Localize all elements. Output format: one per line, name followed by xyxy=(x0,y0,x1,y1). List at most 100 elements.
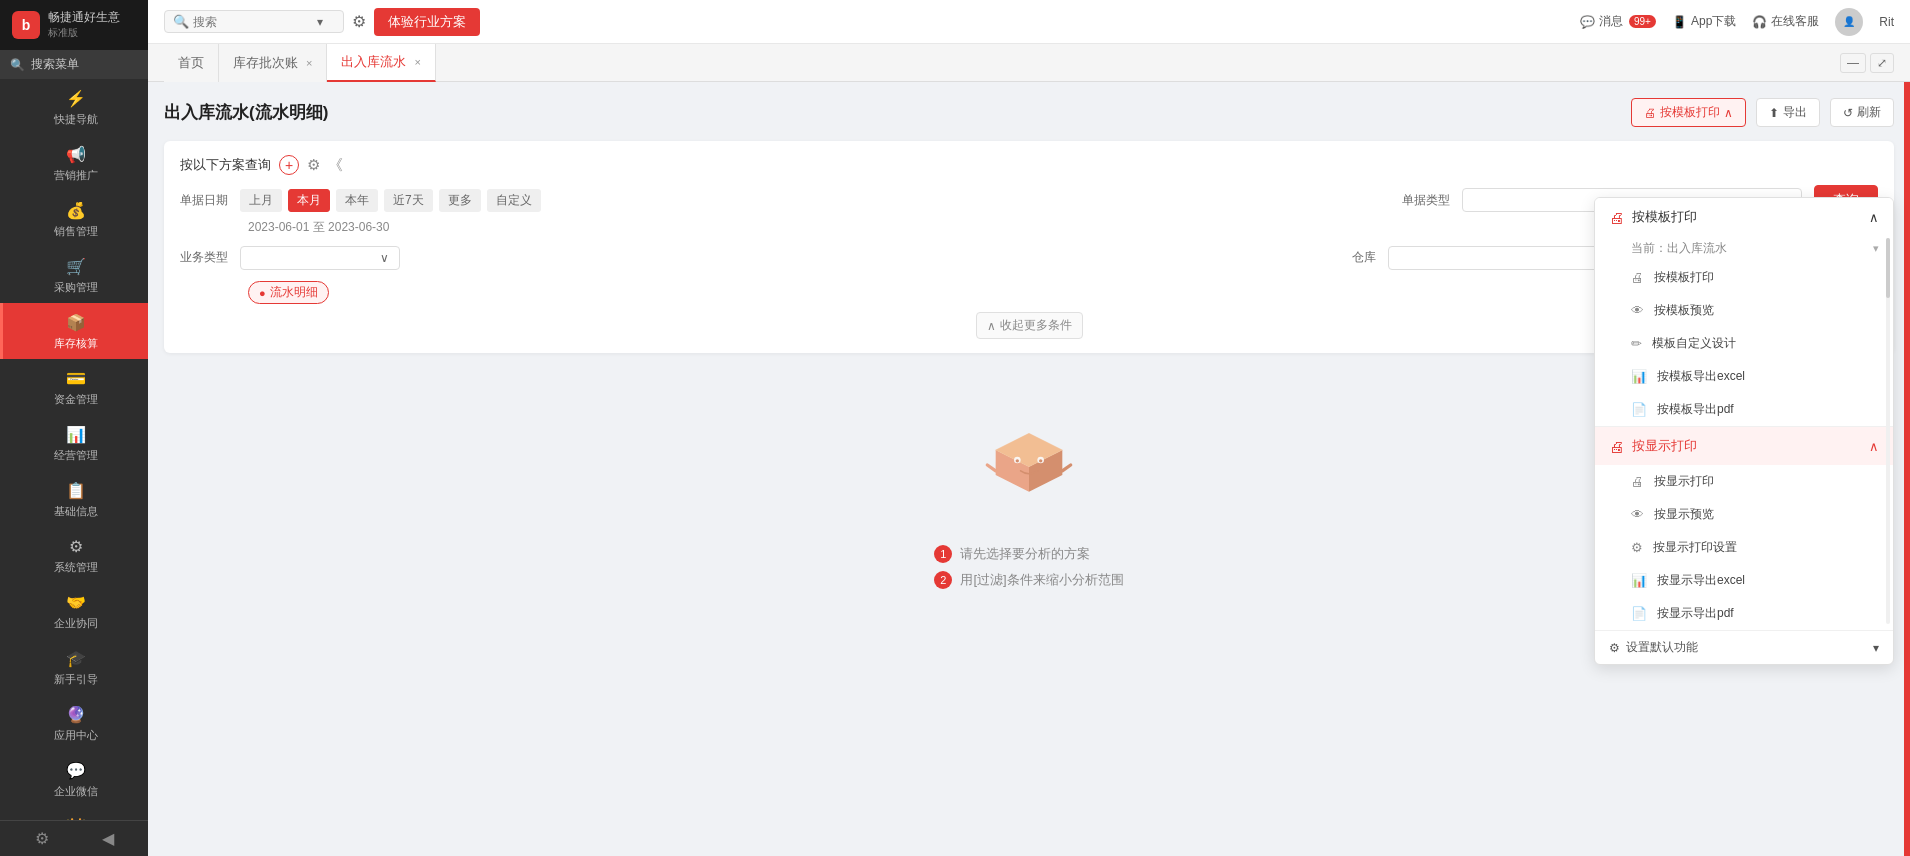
tab-home[interactable]: 首页 xyxy=(164,44,219,82)
display-excel-icon: 📊 xyxy=(1631,573,1647,588)
sidebar-nav: ⚡ 快捷导航 📢 营销推广 💰 销售管理 🛒 采购管理 📦 库存核算 💳 资金管… xyxy=(0,79,148,820)
biz-select-arrow: ∨ xyxy=(380,251,389,265)
svg-line-9 xyxy=(1062,465,1070,471)
date-btn-more[interactable]: 更多 xyxy=(439,189,481,212)
step-2-text: 用[过滤]条件来缩小分析范围 xyxy=(960,571,1123,589)
sidebar-item-purchase[interactable]: 🛒 采购管理 xyxy=(0,247,148,303)
collapse-btn[interactable]: ∧ 收起更多条件 xyxy=(976,312,1083,339)
filter-settings-icon[interactable]: ⚙ xyxy=(307,156,320,174)
guide-icon: 🎓 xyxy=(66,649,86,668)
display-excel-label: 按显示导出excel xyxy=(1657,572,1745,589)
sidebar-item-member[interactable]: 👑 畅会员 xyxy=(0,807,148,820)
message-label: 消息 xyxy=(1599,13,1623,30)
sidebar-item-inventory[interactable]: 📦 库存核算 xyxy=(0,303,148,359)
filter-collapse-icon[interactable]: 《 xyxy=(328,156,343,175)
username-label[interactable]: Rit xyxy=(1879,15,1894,29)
display-print-section-header[interactable]: 🖨 按显示打印 ∧ xyxy=(1595,427,1893,465)
sidebar-item-sales[interactable]: 💰 销售管理 xyxy=(0,191,148,247)
settings-default-icon: ⚙ xyxy=(1609,641,1620,655)
collapse-sidebar-icon[interactable]: ◀ xyxy=(102,829,114,848)
dropdown-item-display-settings[interactable]: ⚙ 按显示打印设置 xyxy=(1595,531,1893,564)
tab-maximize-btn[interactable]: ⤢ xyxy=(1870,53,1894,73)
dropdown-footer[interactable]: ⚙ 设置默认功能 ▾ xyxy=(1595,631,1893,664)
print-item-icon: 🖨 xyxy=(1631,270,1644,285)
online-service-btn[interactable]: 🎧 在线客服 xyxy=(1752,13,1819,30)
sidebar-item-label: 基础信息 xyxy=(54,504,98,519)
sidebar-item-label: 经营管理 xyxy=(54,448,98,463)
purchase-icon: 🛒 xyxy=(66,257,86,276)
biz-select[interactable]: ∨ xyxy=(240,246,400,270)
sidebar-item-appstore[interactable]: 🔮 应用中心 xyxy=(0,695,148,751)
sidebar-item-label: 新手引导 xyxy=(54,672,98,687)
sidebar-item-label: 营销推广 xyxy=(54,168,98,183)
topbar-gear-icon[interactable]: ⚙ xyxy=(352,12,366,31)
sidebar-item-guide[interactable]: 🎓 新手引导 xyxy=(0,639,148,695)
topbar-search-box[interactable]: 🔍 ▾ xyxy=(164,10,344,33)
pdf-item-icon: 📄 xyxy=(1631,402,1647,417)
refresh-btn[interactable]: ↺ 刷新 xyxy=(1830,98,1894,127)
filter-title-text: 按以下方案查询 xyxy=(180,156,271,174)
sidebar-item-system[interactable]: ⚙ 系统管理 xyxy=(0,527,148,583)
tab-minimize-btn[interactable]: — xyxy=(1840,53,1866,73)
dropdown-item-template-preview[interactable]: 👁 按模板预览 xyxy=(1595,294,1893,327)
dropdown-item-template-custom[interactable]: ✏ 模板自定义设计 xyxy=(1595,327,1893,360)
tab-flow-close[interactable]: × xyxy=(414,56,420,68)
print-dropdown-panel: 🖨 按模板打印 ∧ 当前：出入库流水 ▾ 🖨 按模板打印 👁 按模板预览 ✏ xyxy=(1594,197,1894,665)
svg-line-8 xyxy=(987,465,995,471)
topbar-search-input[interactable] xyxy=(193,15,313,29)
dropdown-item-display-pdf[interactable]: 📄 按显示导出pdf xyxy=(1595,597,1893,630)
app-download-btn[interactable]: 📱 App下载 xyxy=(1672,13,1736,30)
dropdown-item-display-preview[interactable]: 👁 按显示预览 xyxy=(1595,498,1893,531)
sidebar-item-marketing[interactable]: 📢 营销推广 xyxy=(0,135,148,191)
current-arrow: ▾ xyxy=(1873,242,1879,255)
dropdown-item-template-print[interactable]: 🖨 按模板打印 xyxy=(1595,261,1893,294)
sidebar-item-shortcut[interactable]: ⚡ 快捷导航 xyxy=(0,79,148,135)
sidebar-item-cooperation[interactable]: 🤝 企业协同 xyxy=(0,583,148,639)
svg-point-6 xyxy=(1016,459,1019,462)
industry-btn[interactable]: 体验行业方案 xyxy=(374,8,480,36)
topbar-left: 🔍 ▾ ⚙ 体验行业方案 xyxy=(164,8,1568,36)
tab-batch-close[interactable]: × xyxy=(306,57,312,69)
page-header: 出入库流水(流水明细) 🖨 按模板打印 ∧ ⬆ 导出 ↺ 刷新 xyxy=(164,98,1894,127)
dropdown-item-template-excel[interactable]: 📊 按模板导出excel xyxy=(1595,360,1893,393)
print-template-btn[interactable]: 🖨 按模板打印 ∧ xyxy=(1631,98,1746,127)
dropdown-item-template-pdf[interactable]: 📄 按模板导出pdf xyxy=(1595,393,1893,426)
avatar[interactable]: 👤 xyxy=(1835,8,1863,36)
cooperation-icon: 🤝 xyxy=(66,593,86,612)
right-edge-accent xyxy=(1904,82,1910,856)
template-section-title: 🖨 按模板打印 xyxy=(1609,208,1697,226)
date-btn-this-month[interactable]: 本月 xyxy=(288,189,330,212)
settings-icon[interactable]: ⚙ xyxy=(35,829,49,848)
step-1-text: 请先选择要分析的方案 xyxy=(960,545,1090,563)
excel-item-icon: 📊 xyxy=(1631,369,1647,384)
sidebar-item-operation[interactable]: 📊 经营管理 xyxy=(0,415,148,471)
date-btn-custom[interactable]: 自定义 xyxy=(487,189,541,212)
app-edition: 标准版 xyxy=(48,26,120,40)
export-btn[interactable]: ⬆ 导出 xyxy=(1756,98,1820,127)
tab-flow[interactable]: 出入库流水 × xyxy=(327,44,435,82)
tab-batch[interactable]: 库存批次账 × xyxy=(219,44,327,82)
inventory-icon: 📦 xyxy=(66,313,86,332)
display-preview-label: 按显示预览 xyxy=(1654,506,1714,523)
date-btn-7days[interactable]: 近7天 xyxy=(384,189,433,212)
sidebar-item-search[interactable]: 🔍 搜索菜单 xyxy=(0,50,148,79)
message-btn[interactable]: 💬 消息 99+ xyxy=(1580,13,1656,30)
printer-icon: 🖨 xyxy=(1609,209,1624,226)
sidebar-item-finance[interactable]: 💳 资金管理 xyxy=(0,359,148,415)
date-btn-last-month[interactable]: 上月 xyxy=(240,189,282,212)
date-btn-this-year[interactable]: 本年 xyxy=(336,189,378,212)
operation-icon: 📊 xyxy=(66,425,86,444)
dropdown-item-display-print[interactable]: 🖨 按显示打印 xyxy=(1595,465,1893,498)
filter-add-btn[interactable]: + xyxy=(279,155,299,175)
dropdown-item-display-excel[interactable]: 📊 按显示导出excel xyxy=(1595,564,1893,597)
sidebar-item-basic[interactable]: 📋 基础信息 xyxy=(0,471,148,527)
display-printer-icon: 🖨 xyxy=(1609,438,1624,455)
step-num-2: 2 xyxy=(934,571,952,589)
template-print-section-header[interactable]: 🖨 按模板打印 ∧ xyxy=(1595,198,1893,236)
search-dropdown-icon[interactable]: ▾ xyxy=(317,15,323,29)
dropdown-scrollbar-thumb[interactable] xyxy=(1886,238,1890,298)
sidebar-item-wechat[interactable]: 💬 企业微信 xyxy=(0,751,148,807)
display-section-title: 🖨 按显示打印 xyxy=(1609,437,1697,455)
page-content: 出入库流水(流水明细) 🖨 按模板打印 ∧ ⬆ 导出 ↺ 刷新 xyxy=(148,82,1910,856)
filter-section-title: 按以下方案查询 + ⚙ 《 xyxy=(180,155,343,175)
